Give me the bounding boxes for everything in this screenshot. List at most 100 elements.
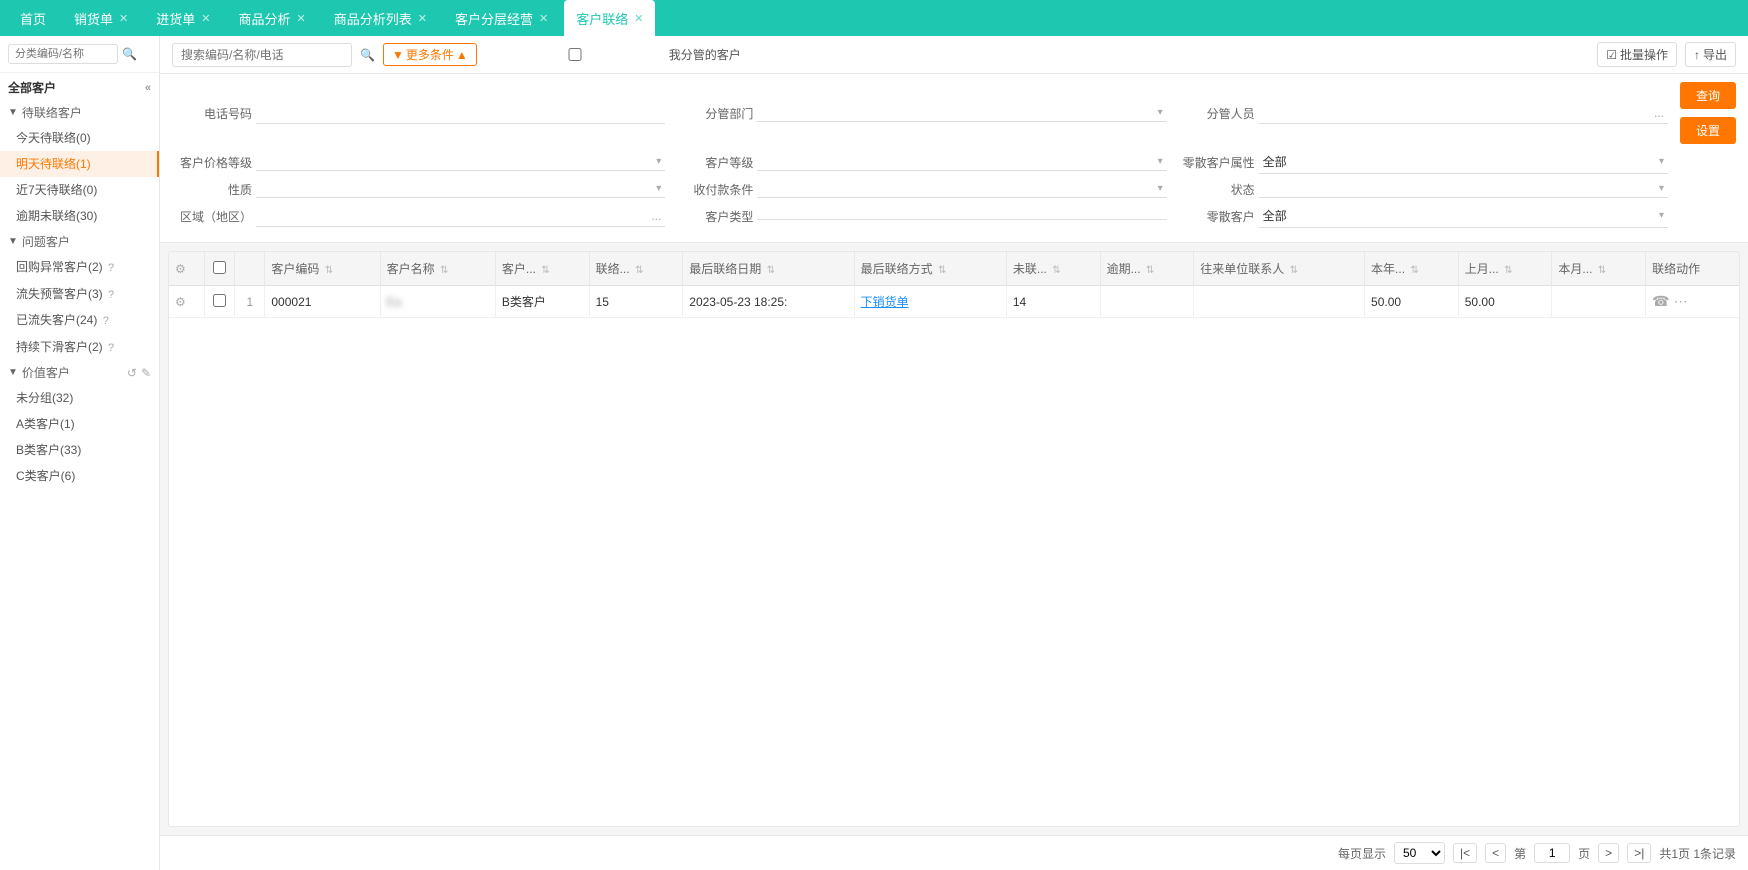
nav-product-analysis-list[interactable]: 商品分析列表 ✕ — [322, 0, 439, 36]
sidebar-item-overdue-contact[interactable]: 逾期未联络(30) — [0, 203, 159, 229]
chevron-down-icon: ▾ — [656, 156, 661, 167]
sidebar-all-customers[interactable]: 全部客户 « — [0, 73, 159, 100]
sidebar-item-class-c[interactable]: C类客户(6) — [0, 463, 159, 489]
dots-icon[interactable]: ... — [1654, 106, 1664, 120]
sidebar-item-repurchase-abnormal[interactable]: 回购异常客户(2) ? — [0, 254, 159, 281]
sort-icon: ⇅ — [1504, 265, 1512, 276]
nav-customer-contact[interactable]: 客户联络 ✕ — [564, 0, 655, 36]
sort-icon: ⇅ — [767, 265, 775, 276]
table-header-not-linked[interactable]: 未联... ⇅ — [1006, 252, 1100, 286]
table-header-this-month[interactable]: 本月... ⇅ — [1552, 252, 1646, 286]
filter-row-3: 性质 ▾ 收付款条件 ▾ 状态 — [172, 180, 1736, 198]
sidebar-item-class-b[interactable]: B类客户(33) — [0, 437, 159, 463]
sidebar-group-value[interactable]: ▼ 价值客户 ↺ ✎ — [0, 360, 159, 385]
export-button[interactable]: ↑ 导出 — [1685, 42, 1736, 67]
customer-level-select[interactable]: ▾ — [757, 153, 1166, 171]
batch-operation-button[interactable]: ☑ 批量操作 — [1597, 42, 1677, 67]
table-header-last-date[interactable]: 最后联络日期 ⇅ — [683, 252, 854, 286]
query-button[interactable]: 查询 — [1680, 82, 1736, 109]
page-number-input[interactable] — [1534, 843, 1570, 863]
sidebar-item-today-contact[interactable]: 今天待联络(0) — [0, 125, 159, 151]
table-header-name[interactable]: 客户名称 ⇅ — [380, 252, 495, 286]
retail-attr-select[interactable]: 全部 ▾ — [1259, 150, 1668, 174]
table-header-overdue[interactable]: 逾期... ⇅ — [1100, 252, 1194, 286]
customer-type-select[interactable] — [757, 213, 1166, 220]
more-conditions-button[interactable]: ▼ 更多条件 ▲ — [383, 43, 477, 66]
row-actions: ☎ ⋯ — [1646, 286, 1739, 318]
table-header-checkbox[interactable] — [205, 252, 235, 286]
retail-customer-select[interactable]: 全部 ▾ — [1259, 204, 1668, 228]
my-customers-checkbox[interactable]: 我分管的客户 — [485, 46, 741, 63]
nav-product-analysis[interactable]: 商品分析 ✕ — [226, 0, 317, 36]
table-header-type[interactable]: 客户... ⇅ — [495, 252, 589, 286]
set-button[interactable]: 设置 — [1680, 117, 1736, 144]
table-header-code[interactable]: 客户编码 ⇅ — [265, 252, 380, 286]
content-area: 🔍 ▼ 更多条件 ▲ 我分管的客户 ☑ 批量操作 ↑ 导出 — [160, 36, 1748, 870]
price-level-select[interactable]: ▾ — [256, 153, 665, 171]
prev-page-button[interactable]: < — [1485, 843, 1506, 863]
row-last-method[interactable]: 下销货单 — [854, 286, 1006, 318]
filter-field-status: 状态 ▾ — [1175, 180, 1668, 198]
nav-home[interactable]: 首页 — [8, 0, 58, 36]
sidebar-item-churned[interactable]: 已流失客户(24) ? — [0, 307, 159, 334]
next-page-button[interactable]: > — [1598, 843, 1619, 863]
row-gear[interactable]: ⚙ — [169, 286, 205, 318]
sidebar-item-tomorrow-contact[interactable]: 明天待联络(1) — [0, 151, 159, 177]
search-input[interactable] — [172, 43, 352, 67]
sidebar-item-declining[interactable]: 持续下滑客户(2) ? — [0, 334, 159, 361]
chevron-down-icon: ▾ — [1659, 183, 1664, 194]
filter-buttons: 查询 设置 — [1676, 82, 1736, 144]
table-row: ⚙ 1 000021 Ea B类客户 15 2023-05-23 18:25: … — [169, 286, 1739, 318]
dept-select[interactable]: ▾ — [757, 104, 1166, 122]
nav-sales-order[interactable]: 销货单 ✕ — [62, 0, 140, 36]
region-select[interactable]: ... — [256, 206, 665, 227]
collapse-icon: « — [145, 82, 151, 94]
table-header-contacts[interactable]: 联络... ⇅ — [589, 252, 683, 286]
filter-bar: 🔍 ▼ 更多条件 ▲ 我分管的客户 ☑ 批量操作 ↑ 导出 — [160, 36, 1748, 74]
chevron-down-icon: ▾ — [656, 183, 661, 194]
nav-customer-tiering[interactable]: 客户分层经营 ✕ — [443, 0, 560, 36]
sidebar-item-ungrouped[interactable]: 未分组(32) — [0, 385, 159, 411]
filter-search-icon[interactable]: 🔍 — [360, 48, 375, 62]
sort-icon: ⇅ — [1598, 265, 1606, 276]
last-page-button[interactable]: >| — [1627, 843, 1651, 863]
contact-action-icon[interactable]: ☎ — [1652, 293, 1669, 310]
nature-select[interactable]: ▾ — [256, 180, 665, 198]
refresh-icon[interactable]: ↺ — [127, 366, 137, 380]
table-header-this-year[interactable]: 本年... ⇅ — [1365, 252, 1459, 286]
sidebar-item-class-a[interactable]: A类客户(1) — [0, 411, 159, 437]
sidebar-group-pending[interactable]: ▼ 待联络客户 — [0, 100, 159, 125]
row-checkbox[interactable] — [205, 286, 235, 318]
sidebar-group-problem[interactable]: ▼ 问题客户 — [0, 229, 159, 254]
payment-select[interactable]: ▾ — [757, 180, 1166, 198]
sidebar-item-7day-contact[interactable]: 近7天待联络(0) — [0, 177, 159, 203]
person-select[interactable]: ... — [1259, 103, 1668, 124]
close-icon[interactable]: ✕ — [539, 12, 548, 25]
phone-input[interactable] — [256, 103, 665, 124]
close-icon[interactable]: ✕ — [201, 12, 210, 25]
row-type: B类客户 — [495, 286, 589, 318]
page-size-select[interactable]: 50 20 100 — [1394, 842, 1445, 864]
row-not-linked: 14 — [1006, 286, 1100, 318]
row-this-month — [1552, 286, 1646, 318]
dots-icon[interactable]: ... — [651, 209, 661, 223]
table-header-settings[interactable]: ⚙ — [169, 252, 205, 286]
table-header-last-method[interactable]: 最后联络方式 ⇅ — [854, 252, 1006, 286]
close-icon[interactable]: ✕ — [119, 12, 128, 25]
close-icon[interactable]: ✕ — [418, 12, 427, 25]
first-page-button[interactable]: |< — [1453, 843, 1477, 863]
sidebar-search-input[interactable] — [8, 44, 118, 64]
search-icon[interactable]: 🔍 — [122, 47, 137, 61]
chevron-down-icon: ▾ — [1158, 107, 1163, 118]
nav-purchase-order[interactable]: 进货单 ✕ — [144, 0, 222, 36]
row-this-year: 50.00 — [1365, 286, 1459, 318]
table-header-last-month[interactable]: 上月... ⇅ — [1458, 252, 1552, 286]
close-icon[interactable]: ✕ — [634, 12, 643, 25]
sidebar-item-churn-warning[interactable]: 流失预警客户(3) ? — [0, 281, 159, 308]
status-select[interactable]: ▾ — [1259, 180, 1668, 198]
more-action-icon[interactable]: ⋯ — [1674, 293, 1688, 310]
edit-icon[interactable]: ✎ — [141, 366, 151, 380]
arrow-icon: ▼ — [8, 236, 18, 247]
table-header-unit-contact[interactable]: 往来单位联系人 ⇅ — [1194, 252, 1365, 286]
close-icon[interactable]: ✕ — [297, 12, 306, 25]
